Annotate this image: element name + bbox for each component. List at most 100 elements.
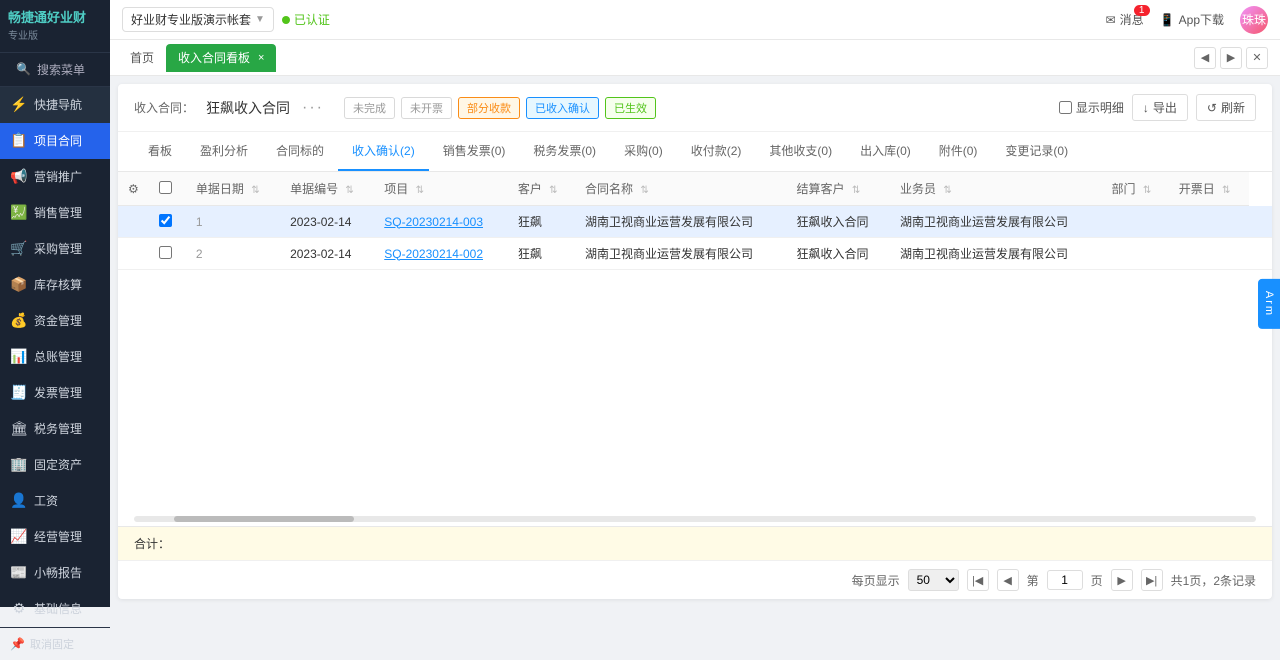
col-checkbox[interactable]	[149, 172, 186, 206]
col-date[interactable]: 单据日期 ⇅	[186, 172, 280, 206]
sub-tab-收入确认[interactable]: 收入确认(2)	[338, 132, 429, 171]
app-download-button[interactable]: 📱 App下载	[1160, 11, 1224, 28]
tab-prev-button[interactable]: ◀	[1194, 47, 1216, 69]
per-page-select[interactable]: 50 100	[908, 569, 959, 591]
sub-tab-销售发票[interactable]: 销售发票(0)	[429, 132, 520, 171]
right-side-button[interactable]: Arm	[1258, 278, 1280, 328]
sidebar-item-reports[interactable]: 📰小畅报告	[0, 555, 110, 591]
table-row[interactable]: 2 2023-02-14 SQ-20230214-002 狂飙 湖南卫视商业运营…	[118, 238, 1272, 270]
row-contract-name: 狂飙收入合同	[787, 238, 891, 270]
export-button[interactable]: ↓ 导出	[1132, 94, 1188, 121]
col-customer[interactable]: 客户 ⇅	[508, 172, 575, 206]
tab-next-button[interactable]: ▶	[1220, 47, 1242, 69]
sub-tab-盈利分析[interactable]: 盈利分析	[186, 132, 262, 171]
status-tags: 未完成未开票部分收款已收入确认已生效	[344, 97, 656, 119]
row-select-checkbox[interactable]	[159, 214, 172, 227]
page-label: 页	[1091, 572, 1103, 589]
status-tag-已生效[interactable]: 已生效	[605, 97, 656, 119]
row-checkbox[interactable]	[149, 238, 186, 270]
sub-tab-采购[interactable]: 采购(0)	[610, 132, 677, 171]
sidebar-item-funds[interactable]: 💰资金管理	[0, 303, 110, 339]
page-next-button[interactable]: ▶	[1111, 569, 1133, 591]
company-selector[interactable]: 好业财专业版演示帐套 ▼	[122, 7, 274, 32]
page-prev-button[interactable]: ◀	[997, 569, 1019, 591]
col-dept[interactable]: 部门 ⇅	[1102, 172, 1169, 206]
col-settle-customer[interactable]: 结算客户 ⇅	[787, 172, 891, 206]
contract-actions: 显示明细 ↓ 导出 ↺ 刷新	[1059, 94, 1256, 121]
sub-tab-变更记录[interactable]: 变更记录(0)	[991, 132, 1082, 171]
horizontal-scrollbar[interactable]	[134, 516, 1256, 522]
home-tab-label: 首页	[130, 51, 154, 65]
sub-tab-出入库[interactable]: 出入库(0)	[846, 132, 925, 171]
company-name: 好业财专业版演示帐套	[131, 11, 251, 28]
row-dept	[1169, 206, 1250, 238]
sidebar-item-mgmt[interactable]: 📈经营管理	[0, 519, 110, 555]
sub-tab-看板[interactable]: 看板	[134, 132, 186, 171]
export-label: 导出	[1153, 99, 1177, 116]
sidebar-item-invoice[interactable]: 🧾发票管理	[0, 375, 110, 411]
active-tab[interactable]: 收入合同看板 ×	[166, 44, 276, 72]
cancel-fixed-button[interactable]: 📌 取消固定	[0, 628, 110, 660]
col-open-date[interactable]: 开票日 ⇅	[1169, 172, 1250, 206]
row-settings[interactable]	[118, 238, 149, 270]
total-label: 合计：	[134, 537, 170, 551]
col-number[interactable]: 单据编号 ⇅	[280, 172, 374, 206]
invoice-icon: 🧾	[10, 384, 28, 402]
message-button[interactable]: ✉ 消息 1	[1106, 11, 1144, 28]
row-project: 狂飙	[508, 238, 575, 270]
show-detail-checkbox[interactable]	[1059, 101, 1072, 114]
app-logo: 畅捷通好业财 专业版	[0, 0, 110, 53]
table-area[interactable]: ⚙ 单据日期 ⇅ 单据编号 ⇅ 项目 ⇅ 客户 ⇅ 合同名称 ⇅ 结算客户 ⇅ …	[118, 172, 1272, 512]
message-icon: ✉	[1106, 13, 1116, 27]
row-settings[interactable]	[118, 206, 149, 238]
page-input[interactable]	[1047, 570, 1083, 590]
scrollbar-thumb[interactable]	[174, 516, 354, 522]
sub-tab-税务发票[interactable]: 税务发票(0)	[519, 132, 610, 171]
table-row[interactable]: 1 2023-02-14 SQ-20230214-003 狂飙 湖南卫视商业运营…	[118, 206, 1272, 238]
status-tag-已收入确认[interactable]: 已收入确认	[526, 97, 599, 119]
app-download-label: App下载	[1179, 11, 1224, 28]
sidebar-item-assets[interactable]: 🏢固定资产	[0, 447, 110, 483]
tab-close-icon[interactable]: ×	[258, 52, 264, 64]
tab-close-all-button[interactable]: ✕	[1246, 47, 1268, 69]
sidebar-item-sales[interactable]: 💹销售管理	[0, 195, 110, 231]
row-number[interactable]: SQ-20230214-003	[374, 206, 508, 238]
contract-more-button[interactable]: ···	[302, 99, 324, 117]
row-contract-name: 狂飙收入合同	[787, 206, 891, 238]
page-last-button[interactable]: ▶|	[1141, 569, 1163, 591]
col-project[interactable]: 项目 ⇅	[374, 172, 508, 206]
user-profile[interactable]: 珠珠	[1240, 6, 1268, 34]
sub-tab-收付款[interactable]: 收付款(2)	[677, 132, 756, 171]
status-tag-未完成[interactable]: 未完成	[344, 97, 395, 119]
search-menu-item[interactable]: 🔍 搜索菜单	[0, 53, 110, 87]
refresh-button[interactable]: ↺ 刷新	[1196, 94, 1256, 121]
col-settings[interactable]: ⚙	[118, 172, 149, 206]
col-contract-name[interactable]: 合同名称 ⇅	[575, 172, 787, 206]
sidebar-item-inventory[interactable]: 📦库存核算	[0, 267, 110, 303]
select-all-checkbox[interactable]	[159, 181, 172, 194]
show-detail-text: 显示明细	[1076, 99, 1124, 116]
sub-tab-附件[interactable]: 附件(0)	[925, 132, 992, 171]
home-tab[interactable]: 首页	[122, 49, 162, 66]
sidebar-label-funds: 资金管理	[34, 312, 82, 329]
show-detail-checkbox-label[interactable]: 显示明细	[1059, 94, 1124, 121]
sidebar-item-basic[interactable]: ⚙基础信息	[0, 591, 110, 627]
quick-nav-item[interactable]: ⚡ 快捷导航	[0, 87, 110, 123]
status-tag-未开票[interactable]: 未开票	[401, 97, 452, 119]
topbar: 好业财专业版演示帐套 ▼ 已认证 ✉ 消息 1 📱 App下载 珠珠	[110, 0, 1280, 40]
status-tag-部分收款[interactable]: 部分收款	[458, 97, 520, 119]
sub-tab-合同标的[interactable]: 合同标的	[262, 132, 338, 171]
sub-tab-其他收支[interactable]: 其他收支(0)	[755, 132, 846, 171]
sidebar-item-tax[interactable]: 🏛税务管理	[0, 411, 110, 447]
sidebar-item-marketing[interactable]: 📢营销推广	[0, 159, 110, 195]
tab-nav: ◀ ▶ ✕	[1194, 47, 1268, 69]
sidebar-item-purchase[interactable]: 🛒采购管理	[0, 231, 110, 267]
page-first-button[interactable]: |◀	[967, 569, 989, 591]
sidebar-item-project[interactable]: 📋项目合同	[0, 123, 110, 159]
col-sales[interactable]: 业务员 ⇅	[890, 172, 1102, 206]
row-number[interactable]: SQ-20230214-002	[374, 238, 508, 270]
row-select-checkbox[interactable]	[159, 246, 172, 259]
sidebar-item-general[interactable]: 📊总账管理	[0, 339, 110, 375]
row-checkbox[interactable]	[149, 206, 186, 238]
sidebar-item-hr[interactable]: 👤工资	[0, 483, 110, 519]
